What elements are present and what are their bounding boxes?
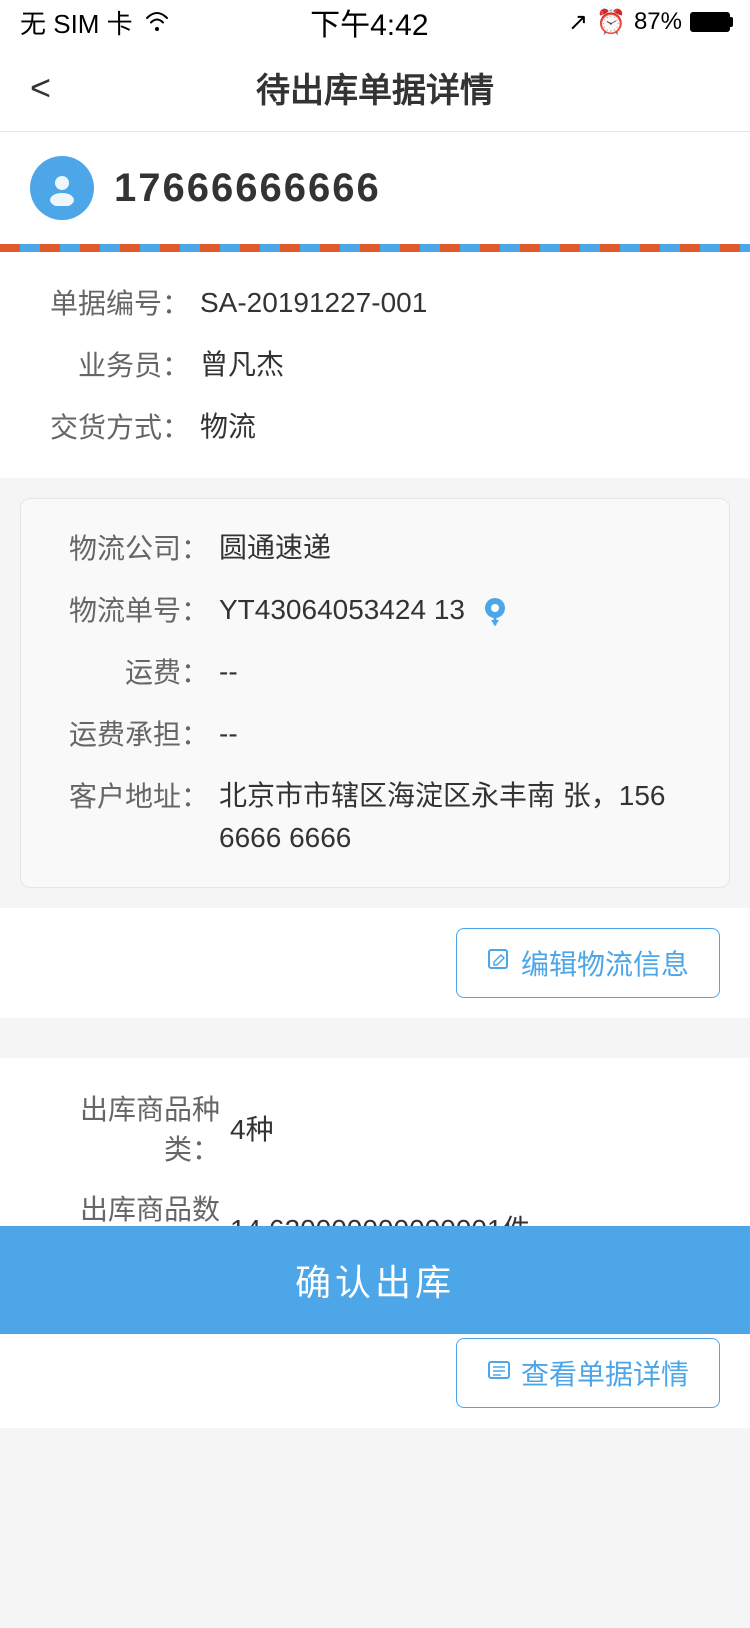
logistics-company-row: 物流公司： 圆通速递 bbox=[49, 527, 701, 569]
nav-bar: < 待出库单据详情 bbox=[0, 44, 750, 132]
freight-bear-value: -- bbox=[209, 713, 701, 755]
freight-value: -- bbox=[209, 651, 701, 693]
view-details-button[interactable]: 查看单据详情 bbox=[456, 1338, 720, 1408]
location-status-icon: ↗ bbox=[568, 8, 588, 37]
customer-phone: 17666666666 bbox=[114, 166, 381, 211]
section-divider bbox=[0, 1038, 750, 1058]
edit-logistics-label: 编辑物流信息 bbox=[521, 943, 689, 983]
goods-types-value: 4种 bbox=[220, 1108, 274, 1148]
logistics-company-label: 物流公司： bbox=[49, 527, 209, 567]
document-number-value: SA-20191227-001 bbox=[190, 282, 720, 324]
alarm-icon: ⏰ bbox=[596, 8, 626, 37]
logistics-company-value: 圆通速递 bbox=[209, 527, 701, 569]
goods-types-row: 出库商品种类： 4种 bbox=[30, 1088, 720, 1168]
dashed-divider bbox=[0, 244, 750, 252]
status-left: 无 SIM 卡 bbox=[20, 4, 171, 41]
status-bar: 无 SIM 卡 下午4:42 ↗ ⏰ 87% bbox=[0, 0, 750, 44]
logistics-tracking-value: YT43064053424 13 bbox=[209, 589, 701, 631]
delivery-label: 交货方式： bbox=[30, 406, 190, 446]
confirm-btn-wrap: 确认出库 bbox=[0, 1226, 750, 1334]
salesman-value: 曾凡杰 bbox=[190, 344, 720, 386]
address-label: 客户地址： bbox=[49, 775, 209, 815]
delivery-value: 物流 bbox=[190, 406, 720, 448]
view-details-label: 查看单据详情 bbox=[521, 1353, 689, 1393]
edit-btn-wrap: 编辑物流信息 bbox=[0, 908, 750, 1018]
battery-text: 87% bbox=[634, 8, 682, 36]
document-info-section: 单据编号： SA-20191227-001 业务员： 曾凡杰 交货方式： 物流 bbox=[0, 252, 750, 478]
status-right: ↗ ⏰ 87% bbox=[568, 8, 730, 37]
avatar bbox=[30, 156, 94, 220]
view-btn-wrap: 查看单据详情 bbox=[0, 1318, 750, 1428]
list-icon bbox=[487, 1357, 511, 1389]
carrier-text: 无 SIM 卡 bbox=[20, 4, 133, 41]
wifi-icon bbox=[143, 7, 171, 38]
document-number-row: 单据编号： SA-20191227-001 bbox=[30, 282, 720, 324]
document-number-label: 单据编号： bbox=[30, 282, 190, 322]
salesman-label: 业务员： bbox=[30, 344, 190, 384]
address-value: 北京市市辖区海淀区永丰南 张，156 6666 6666 bbox=[209, 775, 701, 859]
logistics-tracking-row: 物流单号： YT43064053424 13 bbox=[49, 589, 701, 631]
salesman-row: 业务员： 曾凡杰 bbox=[30, 344, 720, 386]
freight-bear-row: 运费承担： -- bbox=[49, 713, 701, 755]
edit-icon bbox=[487, 947, 511, 979]
edit-logistics-button[interactable]: 编辑物流信息 bbox=[456, 928, 720, 998]
logistics-tracking-label: 物流单号： bbox=[49, 589, 209, 629]
customer-header: 17666666666 bbox=[0, 132, 750, 244]
confirm-outbound-button[interactable]: 确认出库 bbox=[0, 1254, 750, 1306]
freight-label: 运费： bbox=[49, 651, 209, 691]
logistics-card: 物流公司： 圆通速递 物流单号： YT43064053424 13 运费： --… bbox=[20, 498, 730, 888]
freight-row: 运费： -- bbox=[49, 651, 701, 693]
delivery-row: 交货方式： 物流 bbox=[30, 406, 720, 448]
battery-icon bbox=[690, 12, 730, 32]
address-row: 客户地址： 北京市市辖区海淀区永丰南 张，156 6666 6666 bbox=[49, 775, 701, 859]
back-button[interactable]: < bbox=[30, 67, 51, 109]
page-title: 待出库单据详情 bbox=[256, 63, 494, 112]
map-location-icon[interactable] bbox=[477, 592, 513, 628]
goods-types-label: 出库商品种类： bbox=[30, 1088, 220, 1168]
bottom-spacer bbox=[0, 1448, 750, 1628]
freight-bear-label: 运费承担： bbox=[49, 713, 209, 753]
status-time: 下午4:42 bbox=[310, 0, 428, 44]
